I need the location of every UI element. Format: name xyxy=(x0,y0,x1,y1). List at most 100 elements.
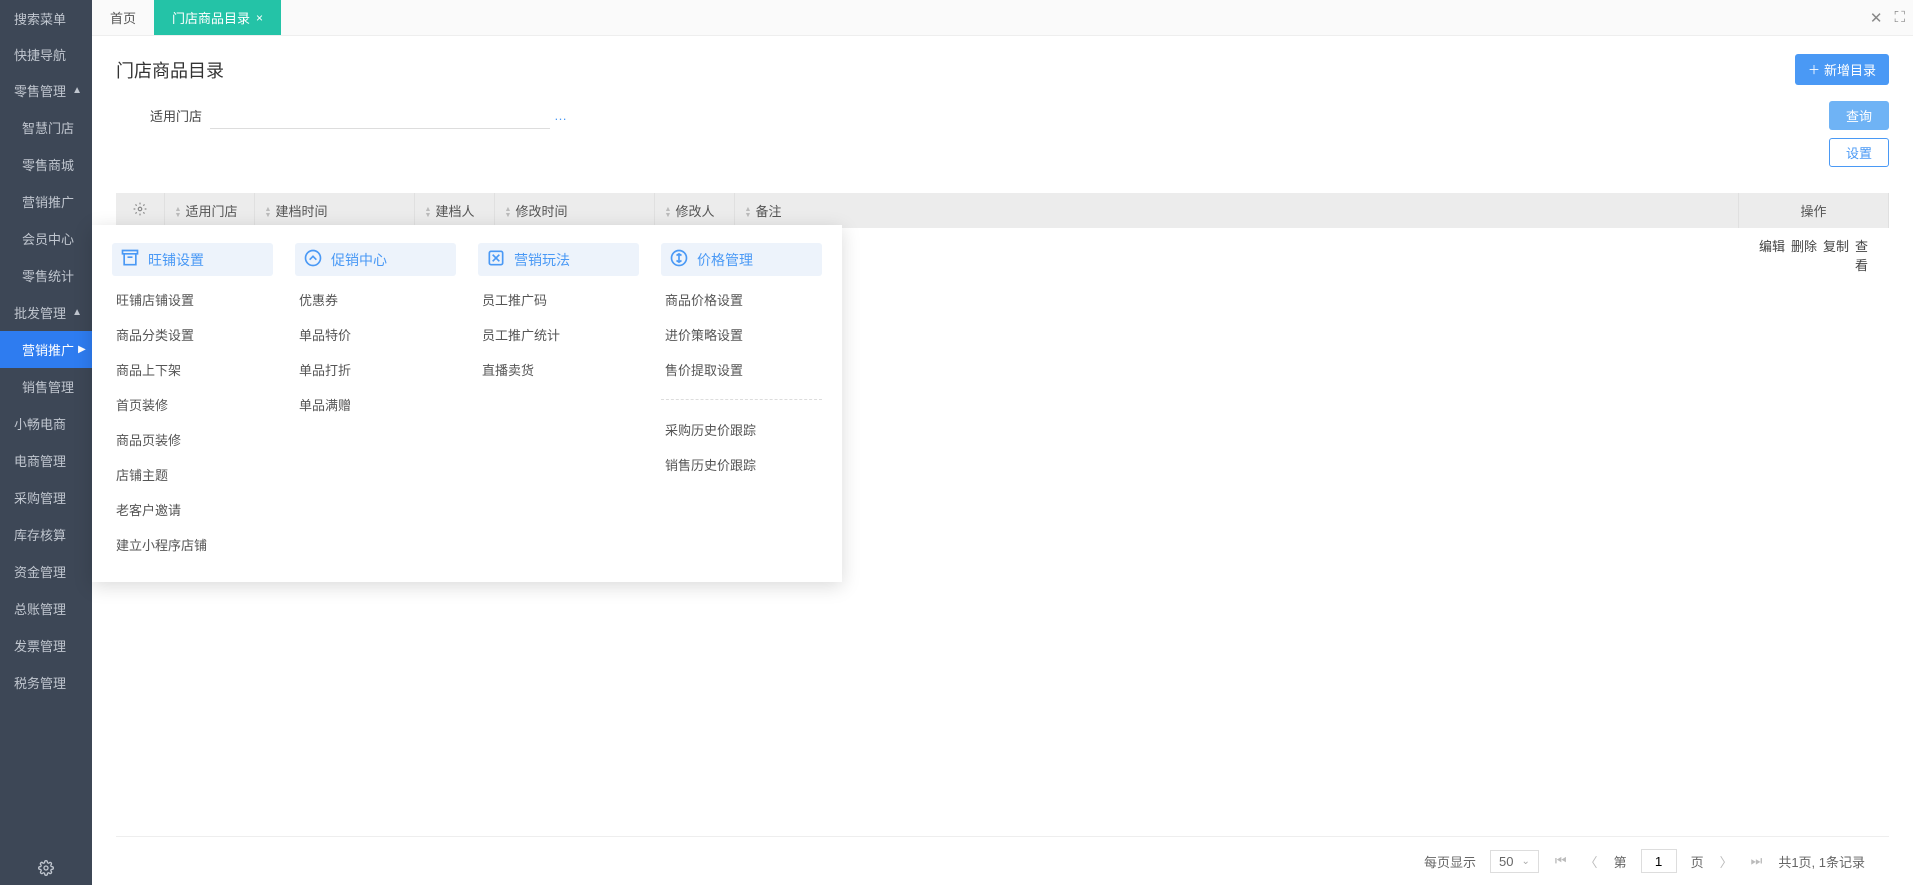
tab-store-catalog[interactable]: 门店商品目录× xyxy=(154,0,281,35)
sidebar-item-11[interactable]: 小畅电商 xyxy=(0,405,92,442)
more-dots-icon[interactable]: … xyxy=(554,108,568,123)
sidebar-item-label: 营销推广 xyxy=(22,192,74,211)
flyout-item[interactable]: 单品满赠 xyxy=(295,395,456,414)
section-icon xyxy=(669,248,689,271)
sidebar-item-label: 电商管理 xyxy=(14,451,66,470)
sidebar-item-8[interactable]: 批发管理▲ xyxy=(0,294,92,331)
next-page-button[interactable]: 〉 xyxy=(1718,852,1735,871)
query-button[interactable]: 查询 xyxy=(1829,101,1889,130)
sidebar-item-label: 零售商城 xyxy=(22,155,74,174)
delete-link[interactable]: 删除 xyxy=(1791,239,1817,254)
edit-link[interactable]: 编辑 xyxy=(1759,239,1785,254)
first-page-button[interactable]: ⏮ xyxy=(1553,853,1569,869)
last-page-button[interactable]: ⏭ xyxy=(1749,853,1765,869)
pagination: 每页显示 50 ⌄ ⏮ 〈 第 页 〉 ⏭ 共1页, 1条记录 xyxy=(116,836,1889,885)
col-create-time[interactable]: ▲▼建档时间 xyxy=(254,193,414,228)
sidebar-item-6[interactable]: 会员中心 xyxy=(0,220,92,257)
sidebar-item-4[interactable]: 零售商城 xyxy=(0,146,92,183)
per-page-label: 每页显示 xyxy=(1424,852,1476,871)
flyout-item[interactable]: 商品价格设置 xyxy=(661,290,822,309)
sidebar-item-label: 发票管理 xyxy=(14,636,66,655)
flyout-item[interactable]: 员工推广码 xyxy=(478,290,639,309)
sidebar-item-label: 资金管理 xyxy=(14,562,66,581)
sidebar-item-10[interactable]: 销售管理 xyxy=(0,368,92,405)
tabbar: 首页 门店商品目录× ✕ ⛶ xyxy=(92,0,1913,36)
section-title: 营销玩法 xyxy=(514,250,570,270)
flyout-section-head: 价格管理 xyxy=(661,243,822,276)
section-icon xyxy=(303,248,323,271)
col-creator[interactable]: ▲▼建档人 xyxy=(414,193,494,228)
close-icon[interactable]: × xyxy=(256,11,263,25)
section-title: 促销中心 xyxy=(331,250,387,270)
flyout-item[interactable]: 商品上下架 xyxy=(112,360,273,379)
sidebar: 搜索菜单快捷导航零售管理 ▲ 智慧门店零售商城营销推广会员中心零售统计批发管理▲营销… xyxy=(0,0,92,885)
sidebar-item-12[interactable]: 电商管理 xyxy=(0,442,92,479)
sidebar-item-0[interactable]: 搜索菜单 xyxy=(0,0,92,36)
caret-up-icon: ▲ xyxy=(72,85,82,96)
col-modifier[interactable]: ▲▼修改人 xyxy=(654,193,734,228)
flyout-item[interactable]: 首页装修 xyxy=(112,395,273,414)
cell-remark xyxy=(734,228,1739,282)
sidebar-item-16[interactable]: 总账管理 xyxy=(0,590,92,627)
flyout-item[interactable]: 旺铺店铺设置 xyxy=(112,290,273,309)
sidebar-item-18[interactable]: 税务管理 xyxy=(0,664,92,701)
sidebar-item-7[interactable]: 零售统计 xyxy=(0,257,92,294)
settings-button[interactable]: 设置 xyxy=(1829,138,1889,167)
sidebar-item-9[interactable]: 营销推广◀ xyxy=(0,331,92,368)
flyout-item[interactable]: 老客户邀请 xyxy=(112,500,273,519)
col-remark[interactable]: ▲▼备注 xyxy=(734,193,1739,228)
flyout-item[interactable]: 采购历史价跟踪 xyxy=(661,420,822,439)
sidebar-item-label: 批发管理 xyxy=(14,303,66,322)
page-number-input[interactable] xyxy=(1641,849,1677,873)
flyout-section-head: 营销玩法 xyxy=(478,243,639,276)
flyout-item[interactable]: 进价策略设置 xyxy=(661,325,822,344)
sidebar-item-3[interactable]: 智慧门店 xyxy=(0,109,92,146)
col-modify-time[interactable]: ▲▼修改时间 xyxy=(494,193,654,228)
flyout-item[interactable]: 销售历史价跟踪 xyxy=(661,455,822,474)
sidebar-item-1[interactable]: 快捷导航 xyxy=(0,36,92,72)
copy-link[interactable]: 复制 xyxy=(1823,239,1849,254)
column-config-button[interactable] xyxy=(116,193,164,228)
sidebar-item-label: 库存核算 xyxy=(14,525,66,544)
separator xyxy=(661,399,822,400)
plus-icon: ＋ xyxy=(1808,61,1820,78)
flyout-item[interactable]: 商品页装修 xyxy=(112,430,273,449)
prev-page-button[interactable]: 〈 xyxy=(1583,852,1600,871)
flyout-item[interactable]: 售价提取设置 xyxy=(661,360,822,379)
marketing-flyout-menu: 旺铺设置旺铺店铺设置商品分类设置商品上下架首页装修商品页装修店铺主题老客户邀请建… xyxy=(92,225,842,582)
add-catalog-button[interactable]: ＋新增目录 xyxy=(1795,54,1889,85)
sidebar-item-label: 采购管理 xyxy=(14,488,66,507)
chevron-down-icon: ⌄ xyxy=(1521,856,1529,867)
sidebar-item-5[interactable]: 营销推广 xyxy=(0,183,92,220)
flyout-item[interactable]: 单品特价 xyxy=(295,325,456,344)
sidebar-item-13[interactable]: 采购管理 xyxy=(0,479,92,516)
caret-right-icon: ◀ xyxy=(78,344,86,355)
sidebar-item-15[interactable]: 资金管理 xyxy=(0,553,92,590)
store-filter-input[interactable] xyxy=(210,101,550,129)
sidebar-item-label: 零售管理 xyxy=(14,81,66,100)
settings-gear-icon[interactable] xyxy=(0,851,92,885)
sidebar-item-2[interactable]: 零售管理 ▲ xyxy=(0,72,92,109)
flyout-item[interactable]: 直播卖货 xyxy=(478,360,639,379)
section-icon xyxy=(120,248,140,271)
sidebar-item-label: 小畅电商 xyxy=(14,414,66,433)
per-page-select[interactable]: 50 ⌄ xyxy=(1490,850,1539,873)
flyout-item[interactable]: 商品分类设置 xyxy=(112,325,273,344)
tab-home[interactable]: 首页 xyxy=(92,0,154,35)
col-ops: 操作 xyxy=(1739,193,1889,228)
flyout-item[interactable]: 员工推广统计 xyxy=(478,325,639,344)
sidebar-item-14[interactable]: 库存核算 xyxy=(0,516,92,553)
col-store[interactable]: ▲▼适用门店 xyxy=(164,193,254,228)
sidebar-item-label: 税务管理 xyxy=(14,673,66,692)
close-all-icon[interactable]: ✕ xyxy=(1870,9,1883,27)
flyout-item[interactable]: 单品打折 xyxy=(295,360,456,379)
sidebar-item-17[interactable]: 发票管理 xyxy=(0,627,92,664)
filter-label-store: 适用门店 xyxy=(150,106,202,125)
fullscreen-icon[interactable]: ⛶ xyxy=(1894,9,1905,26)
flyout-item[interactable]: 优惠券 xyxy=(295,290,456,309)
flyout-item[interactable]: 店铺主题 xyxy=(112,465,273,484)
flyout-item[interactable]: 建立小程序店铺 xyxy=(112,535,273,554)
sidebar-item-label: 总账管理 xyxy=(14,599,66,618)
view-link[interactable]: 查看 xyxy=(1855,239,1868,273)
section-title: 价格管理 xyxy=(697,250,753,270)
